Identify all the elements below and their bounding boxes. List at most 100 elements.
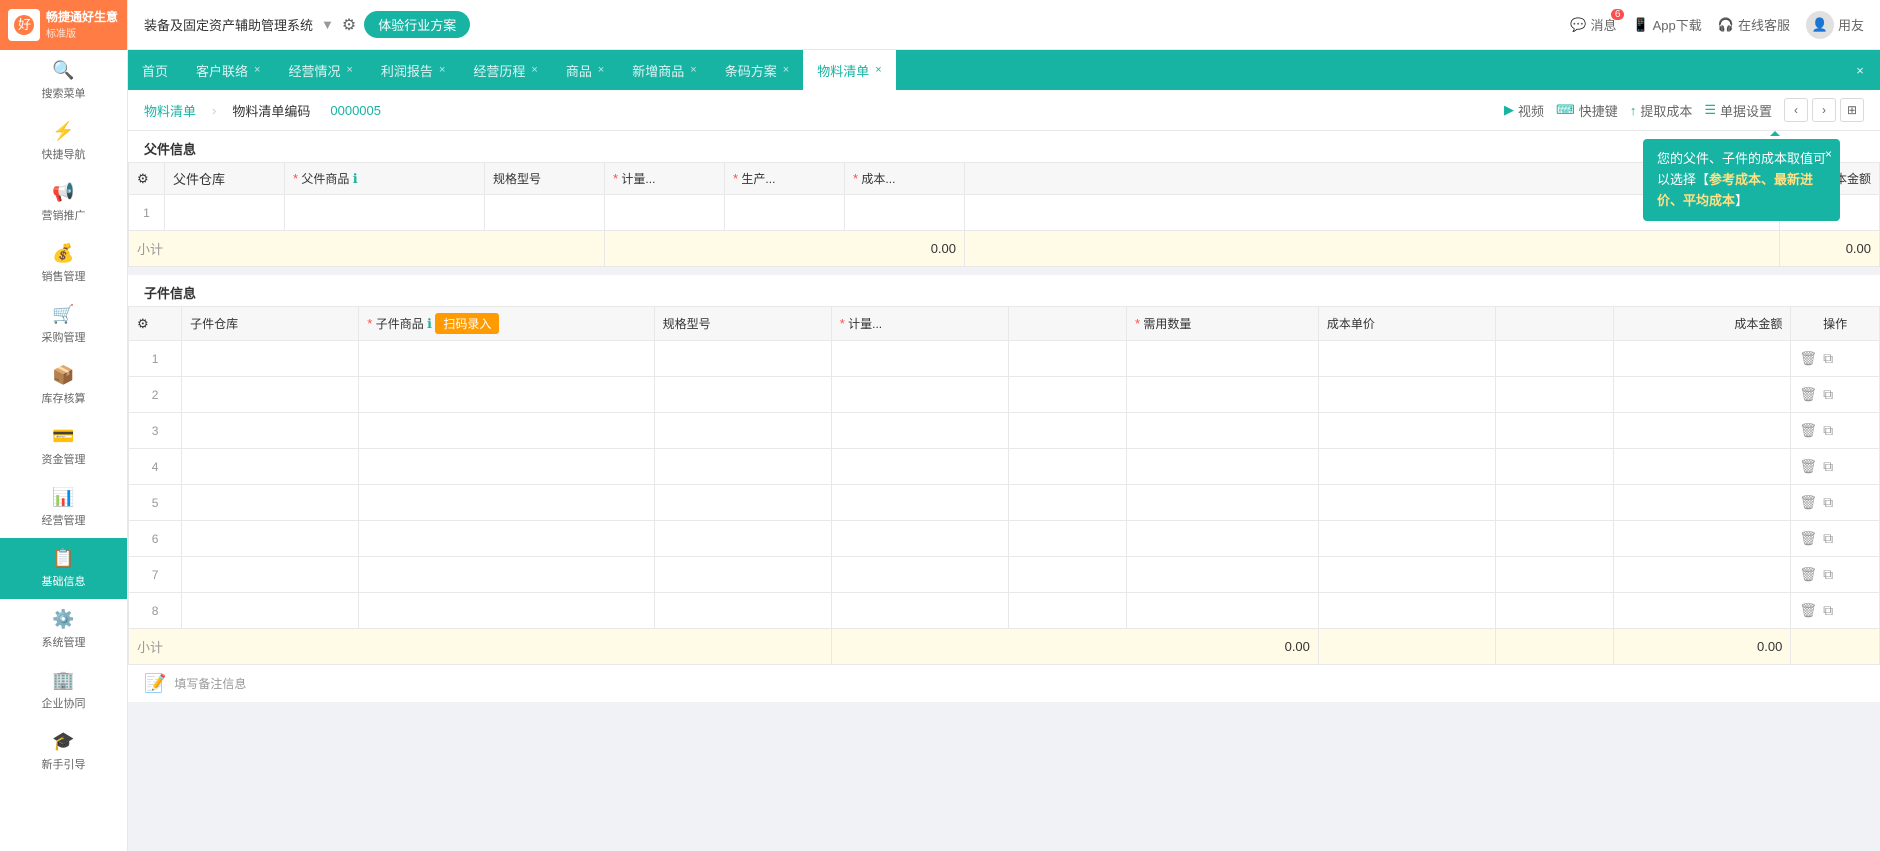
child-row-4-unit-cost[interactable] <box>1318 449 1495 485</box>
copy-icon-1[interactable]: ⧉ <box>1823 350 1833 367</box>
child-row-7-warehouse[interactable] <box>182 557 359 593</box>
child-row-6-warehouse[interactable] <box>182 521 359 557</box>
child-row-3-quantity[interactable] <box>1126 413 1318 449</box>
child-row-6-unit-cost[interactable] <box>1318 521 1495 557</box>
child-row-8-spec[interactable] <box>654 593 831 629</box>
sidebar-item-purchase[interactable]: 🛒 采购管理 <box>0 294 127 355</box>
sidebar-item-operation[interactable]: 📊 经营管理 <box>0 477 127 538</box>
parent-row-1-unit[interactable] <box>605 195 725 231</box>
nav-prev-btn[interactable]: ‹ <box>1784 98 1808 122</box>
child-row-2-quantity[interactable] <box>1126 377 1318 413</box>
delete-icon-7[interactable]: 🗑 <box>1799 566 1817 583</box>
child-row-4-spec[interactable] <box>654 449 831 485</box>
child-row-4-warehouse[interactable] <box>182 449 359 485</box>
child-row-1-quantity[interactable] <box>1126 341 1318 377</box>
gear-icon[interactable]: ⚙ <box>137 171 149 186</box>
trial-btn[interactable]: 体验行业方案 <box>364 11 470 38</box>
child-row-4-quantity[interactable] <box>1126 449 1318 485</box>
child-row-2-product[interactable] <box>359 377 654 413</box>
tab-profit-close[interactable]: × <box>439 64 445 76</box>
extract-cost-btn[interactable]: ↑ 提取成本 <box>1630 101 1693 120</box>
tab-new-product-close[interactable]: × <box>690 64 696 76</box>
copy-icon-5[interactable]: ⧉ <box>1823 494 1833 511</box>
sidebar-item-basic[interactable]: 📋 基础信息 <box>0 538 127 599</box>
sidebar-item-sales[interactable]: 💰 销售管理 <box>0 233 127 294</box>
copy-icon-4[interactable]: ⧉ <box>1823 458 1833 475</box>
sidebar-item-system[interactable]: ⚙️ 系统管理 <box>0 599 127 660</box>
parent-row-1-warehouse[interactable] <box>165 195 285 231</box>
child-row-3-spec[interactable] <box>654 413 831 449</box>
parent-row-1-cost[interactable] <box>845 195 965 231</box>
child-row-8-unit-cost[interactable] <box>1318 593 1495 629</box>
breadcrumb-parent[interactable]: 物料清单 <box>144 101 196 120</box>
copy-icon-8[interactable]: ⧉ <box>1823 602 1833 619</box>
tab-bom[interactable]: 物料清单 × <box>803 50 895 90</box>
sidebar-item-quick-nav[interactable]: ⚡ 快捷导航 <box>0 111 127 172</box>
child-row-6-quantity[interactable] <box>1126 521 1318 557</box>
child-row-3-unit-cost[interactable] <box>1318 413 1495 449</box>
single-settings-btn[interactable]: ☰ 单据设置 <box>1704 101 1772 120</box>
video-btn[interactable]: ▶ 视频 <box>1504 101 1544 120</box>
delete-icon-8[interactable]: 🗑 <box>1799 602 1817 619</box>
shortcut-btn[interactable]: ⌨ 快捷键 <box>1556 101 1618 120</box>
delete-icon-3[interactable]: 🗑 <box>1799 422 1817 439</box>
parent-row-1-product[interactable] <box>285 195 485 231</box>
child-row-3-unit[interactable] <box>831 413 1008 449</box>
topbar-gear-icon[interactable]: ⚙ <box>342 15 356 35</box>
child-gear-icon[interactable]: ⚙ <box>137 316 149 331</box>
online-service-btn[interactable]: 🎧 在线客服 <box>1718 15 1790 34</box>
copy-icon-7[interactable]: ⧉ <box>1823 566 1833 583</box>
sidebar-item-search[interactable]: 🔍 搜索菜单 <box>0 50 127 111</box>
child-row-5-spec[interactable] <box>654 485 831 521</box>
tab-new-product[interactable]: 新增商品 × <box>618 50 710 90</box>
sidebar-item-marketing[interactable]: 📢 营销推广 <box>0 172 127 233</box>
delete-icon-1[interactable]: 🗑 <box>1799 350 1817 367</box>
child-row-2-unit-cost[interactable] <box>1318 377 1495 413</box>
child-row-7-unit-cost[interactable] <box>1318 557 1495 593</box>
tab-customer-close[interactable]: × <box>254 64 260 76</box>
tab-operation-status[interactable]: 经营情况 × <box>274 50 366 90</box>
tab-product[interactable]: 商品 × <box>552 50 618 90</box>
nav-expand-btn[interactable]: ⊞ <box>1840 98 1864 122</box>
child-row-1-unit[interactable] <box>831 341 1008 377</box>
child-row-7-product[interactable] <box>359 557 654 593</box>
child-row-2-warehouse[interactable] <box>182 377 359 413</box>
child-row-8-product[interactable] <box>359 593 654 629</box>
child-row-2-unit[interactable] <box>831 377 1008 413</box>
child-row-1-unit-cost[interactable] <box>1318 341 1495 377</box>
tab-product-close[interactable]: × <box>598 64 604 76</box>
child-row-5-warehouse[interactable] <box>182 485 359 521</box>
delete-icon-6[interactable]: 🗑 <box>1799 530 1817 547</box>
copy-icon-2[interactable]: ⧉ <box>1823 386 1833 403</box>
child-row-5-product[interactable] <box>359 485 654 521</box>
child-row-1-product[interactable] <box>359 341 654 377</box>
child-row-3-product[interactable] <box>359 413 654 449</box>
child-row-1-warehouse[interactable] <box>182 341 359 377</box>
parent-row-1-production[interactable] <box>725 195 845 231</box>
sidebar-item-guide[interactable]: 🎓 新手引导 <box>0 721 127 782</box>
delete-icon-4[interactable]: 🗑 <box>1799 458 1817 475</box>
app-download-btn[interactable]: 📱 App下载 <box>1632 15 1701 34</box>
scan-btn[interactable]: 扫码录入 <box>435 313 499 334</box>
user-btn[interactable]: 👤 用友 <box>1806 11 1864 39</box>
child-row-7-quantity[interactable] <box>1126 557 1318 593</box>
tab-home[interactable]: 首页 <box>128 50 182 90</box>
child-row-4-product[interactable] <box>359 449 654 485</box>
child-row-5-unit-cost[interactable] <box>1318 485 1495 521</box>
delete-icon-2[interactable]: 🗑 <box>1799 386 1817 403</box>
tab-barcode-close[interactable]: × <box>783 64 789 76</box>
message-btn[interactable]: 💬 消息 6 <box>1570 15 1616 34</box>
tab-customer[interactable]: 客户联络 × <box>182 50 274 90</box>
child-row-8-warehouse[interactable] <box>182 593 359 629</box>
child-row-6-unit[interactable] <box>831 521 1008 557</box>
nav-next-btn[interactable]: › <box>1812 98 1836 122</box>
tab-operation-status-close[interactable]: × <box>346 64 352 76</box>
child-row-2-spec[interactable] <box>654 377 831 413</box>
child-row-5-quantity[interactable] <box>1126 485 1318 521</box>
child-row-7-spec[interactable] <box>654 557 831 593</box>
child-row-8-quantity[interactable] <box>1126 593 1318 629</box>
child-row-5-unit[interactable] <box>831 485 1008 521</box>
sidebar-item-enterprise[interactable]: 🏢 企业协同 <box>0 660 127 721</box>
child-row-4-unit[interactable] <box>831 449 1008 485</box>
tabs-close-btn[interactable]: × <box>1840 50 1880 90</box>
